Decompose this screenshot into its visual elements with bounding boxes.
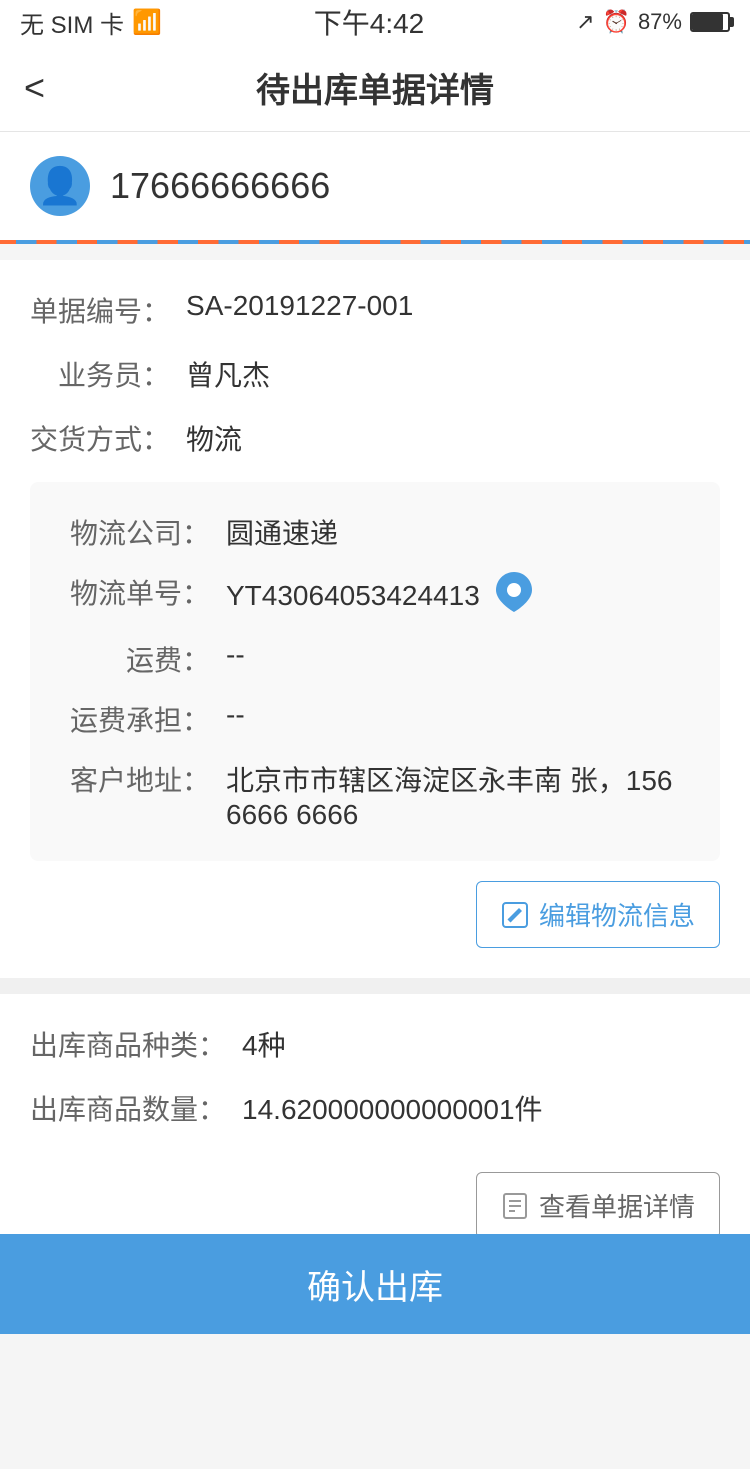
- goods-type-value: 4种: [242, 1024, 720, 1064]
- goods-type-label: 出库商品种类：: [30, 1024, 226, 1064]
- address-label: 客户地址：: [60, 759, 210, 799]
- freight-bear-label: 运费承担：: [60, 699, 210, 739]
- battery-indicator: [690, 12, 730, 32]
- freight-bear-row: 运费承担： --: [60, 699, 690, 739]
- goods-quantity-label: 出库商品数量：: [30, 1088, 226, 1128]
- avatar: 👤: [30, 156, 90, 216]
- freight-bear-value: --: [226, 699, 690, 731]
- delivery-method-label: 交货方式：: [30, 418, 170, 458]
- freight-label: 运费：: [60, 639, 210, 679]
- user-header: 👤 17666666666: [0, 132, 750, 244]
- goods-quantity-value: 14.620000000000001件: [242, 1088, 720, 1128]
- view-detail-button[interactable]: 查看单据详情: [476, 1172, 720, 1239]
- document-icon: [501, 1192, 529, 1220]
- goods-section: 出库商品种类： 4种 出库商品数量： 14.620000000000001件 查…: [0, 994, 750, 1269]
- view-detail-button-wrap: 查看单据详情: [30, 1152, 720, 1239]
- delivery-method-value: 物流: [186, 418, 720, 458]
- basic-info-section: 单据编号： SA-20191227-001 业务员： 曾凡杰 交货方式： 物流 …: [0, 260, 750, 978]
- status-bar: 无 SIM 卡 📶 下午4:42 ↗ ⏰ 87%: [0, 0, 750, 44]
- page-title: 待出库单据详情: [256, 63, 494, 112]
- edit-logistics-button[interactable]: 编辑物流信息: [476, 881, 720, 948]
- goods-quantity-row: 出库商品数量： 14.620000000000001件: [30, 1088, 720, 1128]
- logistics-company-label: 物流公司：: [60, 512, 210, 552]
- wifi-icon: 📶: [132, 8, 162, 37]
- user-phone: 17666666666: [110, 165, 330, 207]
- address-value: 北京市市辖区海淀区永丰南 张，156 6666 6666: [226, 759, 690, 831]
- logistics-company-value: 圆通速递: [226, 512, 690, 552]
- doc-number-value: SA-20191227-001: [186, 290, 720, 322]
- freight-value: --: [226, 639, 690, 671]
- freight-row: 运费： --: [60, 639, 690, 679]
- logistics-company-row: 物流公司： 圆通速递: [60, 512, 690, 552]
- confirm-button-label: 确认出库: [307, 1260, 443, 1309]
- confirm-button[interactable]: 确认出库: [0, 1234, 750, 1334]
- user-icon: 👤: [38, 165, 83, 207]
- logistics-tracking-label: 物流单号：: [60, 572, 210, 612]
- address-row: 客户地址： 北京市市辖区海淀区永丰南 张，156 6666 6666: [60, 759, 690, 831]
- logistics-tracking-row: 物流单号： YT43064053424413: [60, 572, 690, 619]
- doc-number-row: 单据编号： SA-20191227-001: [30, 290, 720, 330]
- back-button[interactable]: <: [24, 67, 45, 109]
- salesperson-label: 业务员：: [30, 354, 170, 394]
- carrier-label: 无 SIM 卡: [20, 5, 124, 40]
- status-right: ↗ ⏰ 87%: [576, 9, 730, 35]
- logistics-tracking-value: YT43064053424413: [226, 572, 690, 619]
- logistics-card: 物流公司： 圆通速递 物流单号： YT43064053424413 运费： --…: [30, 482, 720, 861]
- battery-label: 87%: [638, 9, 682, 35]
- goods-type-row: 出库商品种类： 4种: [30, 1024, 720, 1064]
- location-pin-icon[interactable]: [496, 572, 532, 619]
- location-icon: ↗: [576, 9, 594, 35]
- section-divider: [0, 978, 750, 994]
- edit-icon: [501, 901, 529, 929]
- status-time: 下午4:42: [314, 2, 425, 42]
- status-left: 无 SIM 卡 📶: [20, 5, 162, 40]
- salesperson-value: 曾凡杰: [186, 354, 720, 394]
- nav-bar: < 待出库单据详情: [0, 44, 750, 132]
- salesperson-row: 业务员： 曾凡杰: [30, 354, 720, 394]
- delivery-method-row: 交货方式： 物流: [30, 418, 720, 458]
- doc-number-label: 单据编号：: [30, 290, 170, 330]
- edit-logistics-button-wrap: 编辑物流信息: [30, 861, 720, 948]
- alarm-icon: ⏰: [603, 9, 630, 35]
